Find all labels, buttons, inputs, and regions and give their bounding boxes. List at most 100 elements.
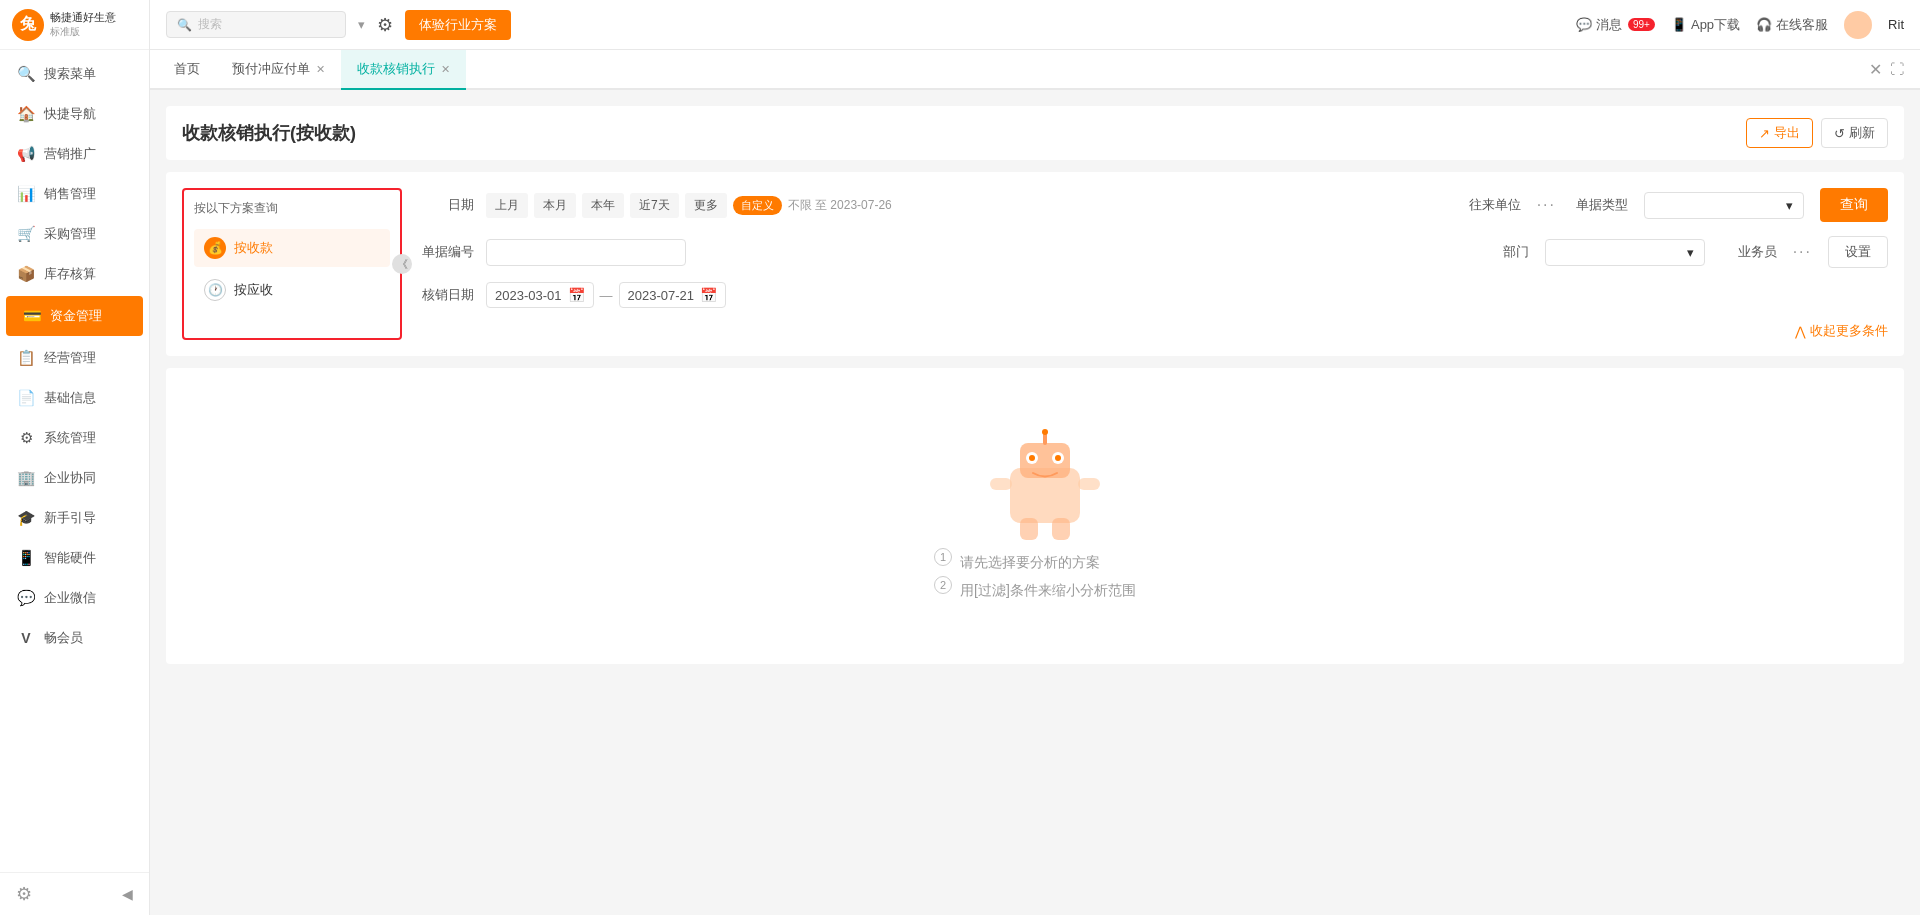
calendar-start-icon[interactable]: 📅: [568, 287, 585, 303]
sidebar-item-finance[interactable]: 💳 资金管理: [6, 296, 143, 336]
filter-option-by-receipt-label: 按收款: [234, 239, 273, 257]
topbar-gear-icon[interactable]: ⚙: [377, 14, 393, 36]
hint-text-1: 请先选择要分析的方案: [960, 548, 1100, 576]
hardware-icon: 📱: [16, 548, 36, 568]
headset-icon: 🎧: [1756, 17, 1772, 32]
filter-more-row: ⋀ 收起更多条件: [418, 322, 1888, 340]
tab-home[interactable]: 首页: [158, 50, 216, 90]
sidebar-collapse-icon[interactable]: ◀: [122, 886, 133, 902]
robot-svg: [985, 428, 1105, 548]
query-button[interactable]: 查询: [1820, 188, 1888, 222]
department-select[interactable]: ▾: [1545, 239, 1705, 266]
collapse-more-button[interactable]: ⋀ 收起更多条件: [1795, 322, 1888, 340]
sidebar-item-basic-info[interactable]: 📄 基础信息: [0, 378, 149, 418]
date-btn-this-year[interactable]: 本年: [582, 193, 624, 218]
date-btn-7days[interactable]: 近7天: [630, 193, 679, 218]
sidebar-gear-icon[interactable]: ⚙: [16, 883, 32, 905]
sidebar-item-wechat[interactable]: 💬 企业微信: [0, 578, 149, 618]
sidebar-item-marketing[interactable]: 📢 营销推广: [0, 134, 149, 174]
export-icon: ↗: [1759, 126, 1770, 141]
empty-hints: 1 请先选择要分析的方案 2 用[过滤]条件来缩小分析范围: [934, 548, 1136, 604]
operations-icon: 📋: [16, 348, 36, 368]
bill-number-label: 单据编号: [418, 243, 474, 261]
sidebar-label-quick-nav: 快捷导航: [44, 105, 96, 123]
sidebar-nav: 🔍 搜索菜单 🏠 快捷导航 📢 营销推广 📊 销售管理 🛒 采购管理 📦 库存核…: [0, 50, 149, 872]
sidebar-label-hardware: 智能硬件: [44, 549, 96, 567]
search-icon: 🔍: [177, 18, 192, 32]
writeoff-date-start-box[interactable]: 2023-03-01 📅: [486, 282, 594, 308]
tab-expand-icon[interactable]: ⛶: [1890, 61, 1904, 77]
sidebar-item-sales[interactable]: 📊 销售管理: [0, 174, 149, 214]
search-placeholder-text: 搜索: [198, 16, 222, 33]
empty-illustration: [985, 428, 1085, 528]
sidebar-item-inventory[interactable]: 📦 库存核算: [0, 254, 149, 294]
enterprise-icon: 🏢: [16, 468, 36, 488]
tab-receipt-writeoff[interactable]: 收款核销执行 ✕: [341, 50, 466, 90]
writeoff-date-end-box[interactable]: 2023-07-21 📅: [619, 282, 727, 308]
sidebar-item-operations[interactable]: 📋 经营管理: [0, 338, 149, 378]
staff-dots[interactable]: ···: [1793, 243, 1812, 261]
date-btn-more[interactable]: 更多: [685, 193, 727, 218]
message-button[interactable]: 💬 消息 99+: [1576, 16, 1655, 34]
export-button[interactable]: ↗ 导出: [1746, 118, 1813, 148]
sidebar-item-vip[interactable]: V 畅会员: [0, 618, 149, 658]
sidebar-label-basic-info: 基础信息: [44, 389, 96, 407]
sidebar-label-tutorial: 新手引导: [44, 509, 96, 527]
topbar-search[interactable]: 🔍 搜索: [166, 11, 346, 38]
tab-close-all-icon[interactable]: ✕: [1869, 60, 1882, 79]
filter-collapse-button[interactable]: 《: [392, 254, 412, 274]
sidebar-item-tutorial[interactable]: 🎓 新手引导: [0, 498, 149, 538]
sidebar-label-wechat: 企业微信: [44, 589, 96, 607]
logo-text: 畅捷通好生意: [50, 10, 116, 24]
svg-point-6: [1029, 455, 1035, 461]
page-title-actions: ↗ 导出 ↺ 刷新: [1746, 118, 1888, 148]
collapse-more-icon: ⋀: [1795, 324, 1806, 339]
inventory-icon: 📦: [16, 264, 36, 284]
bill-type-select[interactable]: ▾: [1644, 192, 1804, 219]
sidebar-item-hardware[interactable]: 📱 智能硬件: [0, 538, 149, 578]
date-btn-this-month[interactable]: 本月: [534, 193, 576, 218]
tab-receipt-writeoff-label: 收款核销执行: [357, 60, 435, 78]
filter-row-2: 单据编号 部门 ▾ 业务员 ··· 设置: [418, 236, 1888, 268]
refresh-button[interactable]: ↺ 刷新: [1821, 118, 1888, 148]
industry-solution-button[interactable]: 体验行业方案: [405, 10, 511, 40]
sidebar-label-vip: 畅会员: [44, 629, 83, 647]
online-service-label: 在线客服: [1776, 16, 1828, 34]
receipt-icon: 💰: [204, 237, 226, 259]
sidebar-item-system[interactable]: ⚙ 系统管理: [0, 418, 149, 458]
topbar-right: 💬 消息 99+ 📱 App下载 🎧 在线客服 Rit: [1576, 11, 1904, 39]
hint-num-1: 1: [934, 548, 952, 566]
page-title-bar: 收款核销执行(按收款) ↗ 导出 ↺ 刷新: [166, 106, 1904, 160]
logo-icon: 兔: [12, 9, 44, 41]
basic-info-icon: 📄: [16, 388, 36, 408]
app-download-button[interactable]: 📱 App下载: [1671, 16, 1740, 34]
app-download-label: App下载: [1691, 16, 1740, 34]
quick-nav-icon: 🏠: [16, 104, 36, 124]
date-range-separator: —: [600, 288, 613, 303]
tabs-actions: ✕ ⛶: [1869, 50, 1912, 88]
sidebar-item-quick-nav[interactable]: 🏠 快捷导航: [0, 94, 149, 134]
date-btn-last-month[interactable]: 上月: [486, 193, 528, 218]
sidebar-item-purchase[interactable]: 🛒 采购管理: [0, 214, 149, 254]
svg-rect-8: [990, 478, 1012, 490]
calendar-end-icon[interactable]: 📅: [700, 287, 717, 303]
topbar-dropdown-icon[interactable]: ▾: [358, 17, 365, 32]
online-service-button[interactable]: 🎧 在线客服: [1756, 16, 1828, 34]
filter-option-by-receivable[interactable]: 🕐 按应收: [194, 271, 390, 309]
filter-option-by-receipt[interactable]: 💰 按收款: [194, 229, 390, 267]
user-avatar[interactable]: [1844, 11, 1872, 39]
department-dropdown-icon: ▾: [1687, 245, 1694, 260]
tab-home-label: 首页: [174, 60, 200, 78]
tab-prepay[interactable]: 预付冲应付单 ✕: [216, 50, 341, 90]
tab-prepay-close-icon[interactable]: ✕: [316, 63, 325, 76]
date-label: 日期: [418, 196, 474, 214]
sidebar-item-enterprise[interactable]: 🏢 企业协同: [0, 458, 149, 498]
tab-receipt-writeoff-close-icon[interactable]: ✕: [441, 63, 450, 76]
settings-button[interactable]: 设置: [1828, 236, 1888, 268]
counterparty-label: 往来单位: [1465, 196, 1521, 214]
counterparty-dots[interactable]: ···: [1537, 196, 1556, 214]
date-btn-custom[interactable]: 自定义: [733, 196, 782, 215]
bill-number-input[interactable]: [486, 239, 686, 266]
sidebar-label-search-menu: 搜索菜单: [44, 65, 96, 83]
sidebar-item-search-menu[interactable]: 🔍 搜索菜单: [0, 54, 149, 94]
